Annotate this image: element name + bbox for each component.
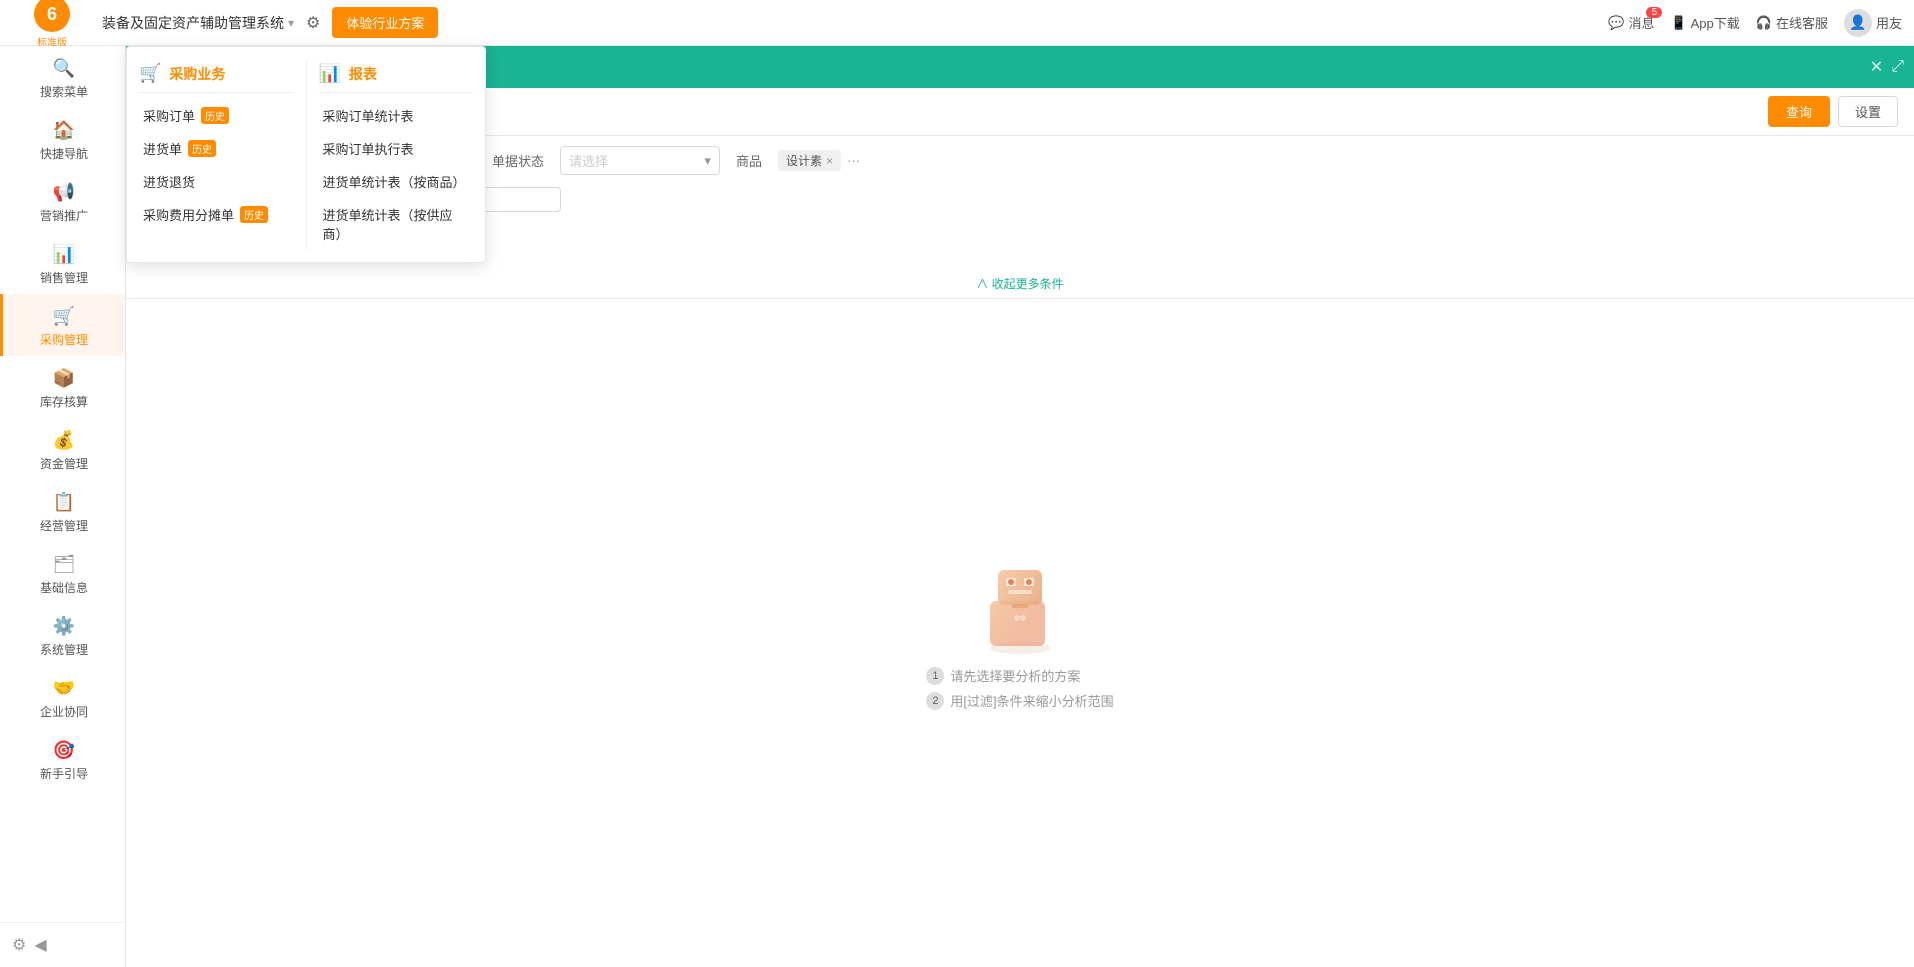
dropdown-columns: 🛒 采购业务 采购订单 历史 进货单 历史 进货退货 采购费用分摊单 历史 — [127, 59, 485, 250]
user-menu[interactable]: 👤 用友 — [1844, 9, 1902, 37]
top-bar-right: 💬 消息 5 📱 App下载 🎧 在线客服 👤 用友 — [1608, 9, 1902, 37]
dropdown-arrow-icon: ▾ — [288, 16, 294, 30]
top-bar: 6 标准版 装备及固定资产辅助管理系统 ▾ ⚙ 体验行业方案 💬 消息 5 📱 … — [0, 0, 1914, 46]
report-goods-stats-item[interactable]: 进货单统计表（按商品） — [319, 165, 474, 198]
phone-icon: 📱 — [1670, 15, 1686, 31]
industry-button[interactable]: 体验行业方案 — [332, 7, 438, 38]
purchase-col: 🛒 采购业务 采购订单 历史 进货单 历史 进货退货 采购费用分摊单 历史 — [127, 59, 306, 250]
system-dropdown[interactable]: 装备及固定资产辅助管理系统 ▾ — [102, 13, 294, 33]
purchase-order-item[interactable]: 采购订单 历史 — [139, 99, 294, 132]
app-download-button[interactable]: 📱 App下载 — [1670, 13, 1739, 32]
purchase-return-item[interactable]: 进货退货 — [139, 165, 294, 198]
purchase-receipt-item[interactable]: 进货单 历史 — [139, 132, 294, 165]
hist-badge-2: 历史 — [188, 140, 216, 157]
logo-area: 6 标准版 — [12, 0, 92, 49]
purchase-col-header: 🛒 采购业务 — [139, 59, 294, 93]
purchase-col-icon: 🛒 — [139, 63, 161, 84]
report-col-header: 📊 报表 — [319, 59, 474, 93]
hist-badge-3: 历史 — [240, 206, 268, 223]
report-order-exec-item[interactable]: 采购订单执行表 — [319, 132, 474, 165]
system-title-area: 装备及固定资产辅助管理系统 ▾ ⚙ 体验行业方案 — [92, 7, 1608, 38]
report-col-icon: 📊 — [319, 63, 341, 84]
purchase-dropdown-menu: 🛒 采购业务 采购订单 历史 进货单 历史 进货退货 采购费用分摊单 历史 — [126, 46, 486, 263]
message-icon: 💬 — [1608, 15, 1624, 31]
hist-badge-1: 历史 — [201, 107, 229, 124]
report-supplier-stats-item[interactable]: 进货单统计表（按供应商） — [319, 198, 474, 250]
messages-button[interactable]: 💬 消息 5 — [1608, 13, 1654, 32]
message-badge: 5 — [1646, 7, 1662, 18]
logo-icon: 6 — [34, 0, 70, 32]
system-name: 装备及固定资产辅助管理系统 — [102, 13, 284, 33]
user-icon: 👤 — [1849, 14, 1866, 31]
setting-icon[interactable]: ⚙ — [306, 13, 320, 33]
headset-icon: 🎧 — [1756, 15, 1772, 31]
purchase-expense-item[interactable]: 采购费用分摊单 历史 — [139, 198, 294, 231]
report-col: 📊 报表 采购订单统计表 采购订单执行表 进货单统计表（按商品） 进货单统计表（… — [306, 59, 486, 250]
report-order-stats-item[interactable]: 采购订单统计表 — [319, 99, 474, 132]
avatar: 👤 — [1844, 9, 1872, 37]
online-service-button[interactable]: 🎧 在线客服 — [1756, 13, 1828, 32]
